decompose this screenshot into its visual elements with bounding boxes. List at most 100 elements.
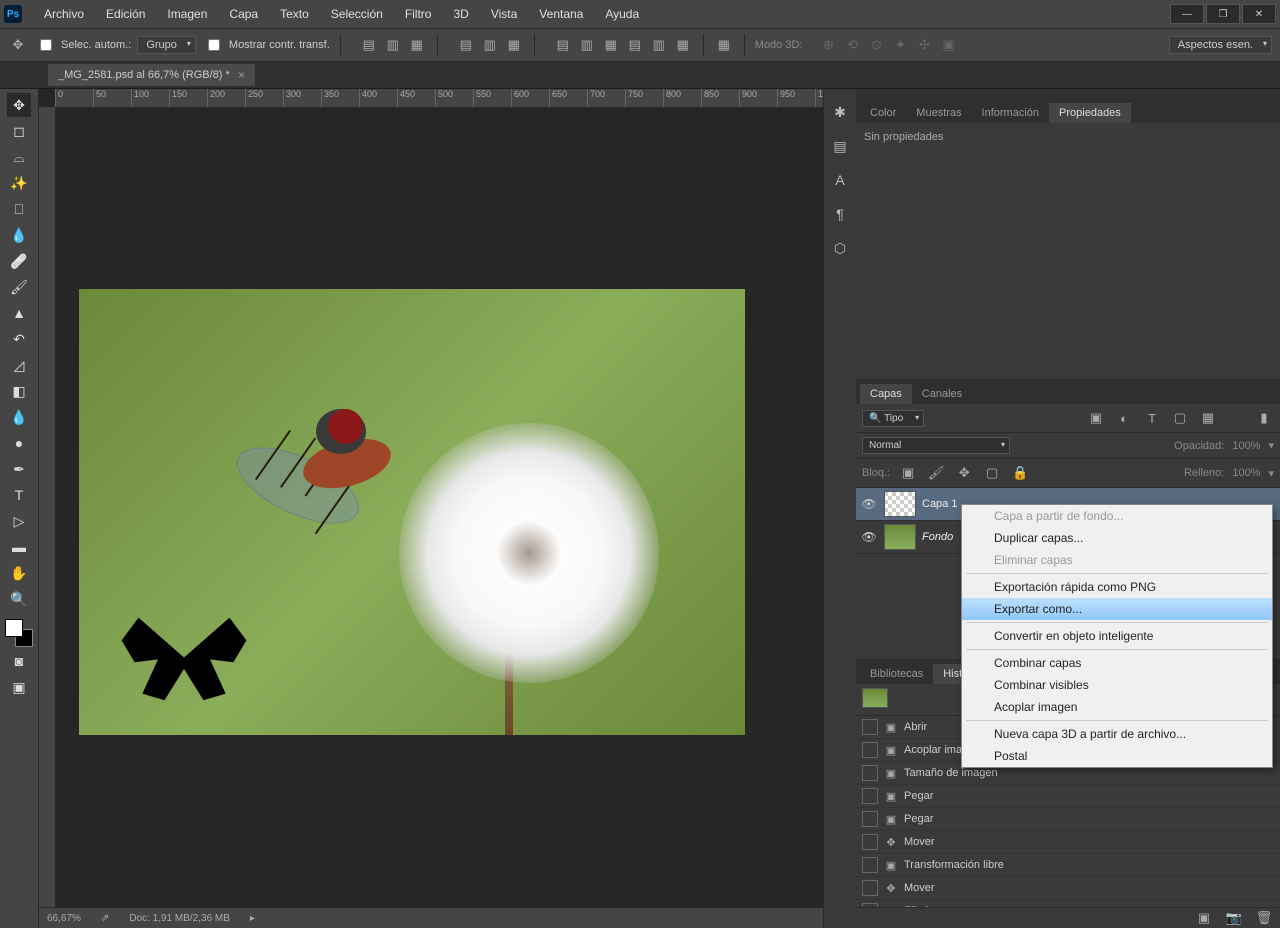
align-icon[interactable]: ▦ — [407, 35, 427, 55]
quickmask-tool[interactable]: ◙ — [7, 649, 31, 673]
panel-icon[interactable]: ▤ — [829, 135, 851, 157]
menu-ayuda[interactable]: Ayuda — [595, 3, 649, 25]
tab-canales[interactable]: Canales — [912, 384, 972, 404]
ctx-smart-object[interactable]: Convertir en objeto inteligente — [962, 625, 1272, 647]
foreground-swatch[interactable] — [5, 619, 23, 637]
history-trash-icon[interactable]: 🗑 — [1254, 908, 1274, 928]
chevron-down-icon[interactable]: ▾ — [1268, 439, 1274, 452]
history-checkbox[interactable] — [862, 811, 878, 827]
history-item[interactable]: ▣Transformación libre — [856, 854, 1280, 877]
panel-icon[interactable]: ⬡ — [829, 237, 851, 259]
hand-tool[interactable]: ✋ — [7, 561, 31, 585]
3d-icon[interactable]: ⊙ — [866, 35, 886, 55]
align-icon[interactable]: ▤ — [359, 35, 379, 55]
export-icon[interactable]: ⇗ — [101, 913, 109, 924]
history-checkbox[interactable] — [862, 742, 878, 758]
tab-info[interactable]: Información — [972, 103, 1049, 123]
align-icon[interactable]: ▥ — [480, 35, 500, 55]
minimize-button[interactable]: — — [1170, 4, 1204, 24]
distribute-icon[interactable]: ▤ — [553, 35, 573, 55]
3d-icon[interactable]: ⊕ — [818, 35, 838, 55]
panel-icon[interactable]: A — [829, 169, 851, 191]
history-checkbox[interactable] — [862, 719, 878, 735]
layer-name[interactable]: Capa 1 — [922, 498, 957, 510]
menu-imagen[interactable]: Imagen — [157, 3, 217, 25]
menu-filtro[interactable]: Filtro — [395, 3, 442, 25]
history-checkbox[interactable] — [862, 765, 878, 781]
history-brush-tool[interactable]: ↶ — [7, 327, 31, 351]
menu-capa[interactable]: Capa — [219, 3, 268, 25]
3d-icon[interactable]: ▣ — [938, 35, 958, 55]
screenmode-tool[interactable]: ▣ — [7, 675, 31, 699]
3d-icon[interactable]: ⟲ — [842, 35, 862, 55]
marquee-tool[interactable]: ◻ — [7, 119, 31, 143]
visibility-icon[interactable]: 👁 — [860, 530, 878, 544]
distribute-icon[interactable]: ▥ — [577, 35, 597, 55]
history-snapshot-icon[interactable]: 📷 — [1224, 908, 1244, 928]
layer-filter-dropdown[interactable]: 🔍 Tipo — [862, 410, 924, 427]
shape-tool[interactable]: ▬ — [7, 535, 31, 559]
menu-vista[interactable]: Vista — [481, 3, 527, 25]
tab-bibliotecas[interactable]: Bibliotecas — [860, 664, 933, 684]
lock-all-icon[interactable]: 🔒 — [1010, 463, 1030, 483]
history-checkbox[interactable] — [862, 788, 878, 804]
menu-texto[interactable]: Texto — [270, 3, 319, 25]
lock-artboard-icon[interactable]: ▢ — [982, 463, 1002, 483]
tab-color[interactable]: Color — [860, 103, 906, 123]
eraser-tool[interactable]: ◿ — [7, 353, 31, 377]
close-button[interactable]: ✕ — [1242, 4, 1276, 24]
filter-type-icon[interactable]: T — [1142, 408, 1162, 428]
canvas-image[interactable] — [79, 289, 745, 735]
ruler-vertical[interactable] — [39, 107, 56, 928]
fill-value[interactable]: 100% — [1232, 467, 1260, 479]
align-icon[interactable]: ▥ — [383, 35, 403, 55]
align-icon[interactable]: ▦ — [504, 35, 524, 55]
color-swatches[interactable] — [5, 619, 33, 647]
3d-icon[interactable]: ✦ — [890, 35, 910, 55]
transform-controls-checkbox[interactable] — [208, 39, 220, 51]
wand-tool[interactable]: ✨ — [7, 171, 31, 195]
filter-toggle[interactable]: ▮ — [1254, 408, 1274, 428]
lock-pixels-icon[interactable]: ▣ — [898, 463, 918, 483]
menu-3d[interactable]: 3D — [443, 3, 478, 25]
layer-name[interactable]: Fondo — [922, 531, 953, 543]
history-item[interactable]: ▣Pegar — [856, 785, 1280, 808]
menu-archivo[interactable]: Archivo — [34, 3, 94, 25]
distribute-icon[interactable]: ▦ — [673, 35, 693, 55]
close-tab-icon[interactable]: × — [238, 68, 245, 82]
blend-mode-dropdown[interactable]: Normal — [862, 437, 1010, 454]
workspace-dropdown[interactable]: Aspectos esen. — [1169, 36, 1272, 54]
distribute-icon[interactable]: ▥ — [649, 35, 669, 55]
stamp-tool[interactable]: ▲ — [7, 301, 31, 325]
tab-muestras[interactable]: Muestras — [906, 103, 971, 123]
auto-select-checkbox[interactable] — [40, 39, 52, 51]
tab-propiedades[interactable]: Propiedades — [1049, 103, 1131, 123]
ctx-capa-fondo[interactable]: Capa a partir de fondo... — [962, 505, 1272, 527]
heal-tool[interactable]: 🩹 — [7, 249, 31, 273]
ctx-export-png[interactable]: Exportación rápida como PNG — [962, 576, 1272, 598]
ctx-combinar-visibles[interactable]: Combinar visibles — [962, 674, 1272, 696]
ctx-eliminar[interactable]: Eliminar capas — [962, 549, 1272, 571]
history-checkbox[interactable] — [862, 834, 878, 850]
layer-thumb[interactable] — [884, 524, 916, 550]
lock-brush-icon[interactable]: 🖌 — [926, 463, 946, 483]
lock-move-icon[interactable]: ✥ — [954, 463, 974, 483]
opacity-value[interactable]: 100% — [1232, 440, 1260, 452]
history-item[interactable]: ▣Eliminar capa — [856, 900, 1280, 907]
ruler-horizontal[interactable]: 0501001502002503003504004505005506006507… — [55, 89, 823, 108]
maximize-button[interactable]: ❐ — [1206, 4, 1240, 24]
ctx-exportar-como[interactable]: Exportar como... — [962, 598, 1272, 620]
ctx-postal[interactable]: Postal — [962, 745, 1272, 767]
3d-icon[interactable]: ✣ — [914, 35, 934, 55]
align-icon[interactable]: ▤ — [456, 35, 476, 55]
pen-tool[interactable]: ✒ — [7, 457, 31, 481]
visibility-icon[interactable]: 👁 — [860, 497, 878, 511]
document-tab[interactable]: _MG_2581.psd al 66,7% (RGB/8) * × — [48, 64, 255, 86]
distribute-icon[interactable]: ▤ — [625, 35, 645, 55]
chevron-down-icon[interactable]: ▾ — [1268, 467, 1274, 480]
crop-tool[interactable]: ⎕ — [7, 197, 31, 221]
filter-shape-icon[interactable]: ▢ — [1170, 408, 1190, 428]
eyedropper-tool[interactable]: 💧 — [7, 223, 31, 247]
menu-ventana[interactable]: Ventana — [529, 3, 593, 25]
menu-seleccion[interactable]: Selección — [321, 3, 393, 25]
